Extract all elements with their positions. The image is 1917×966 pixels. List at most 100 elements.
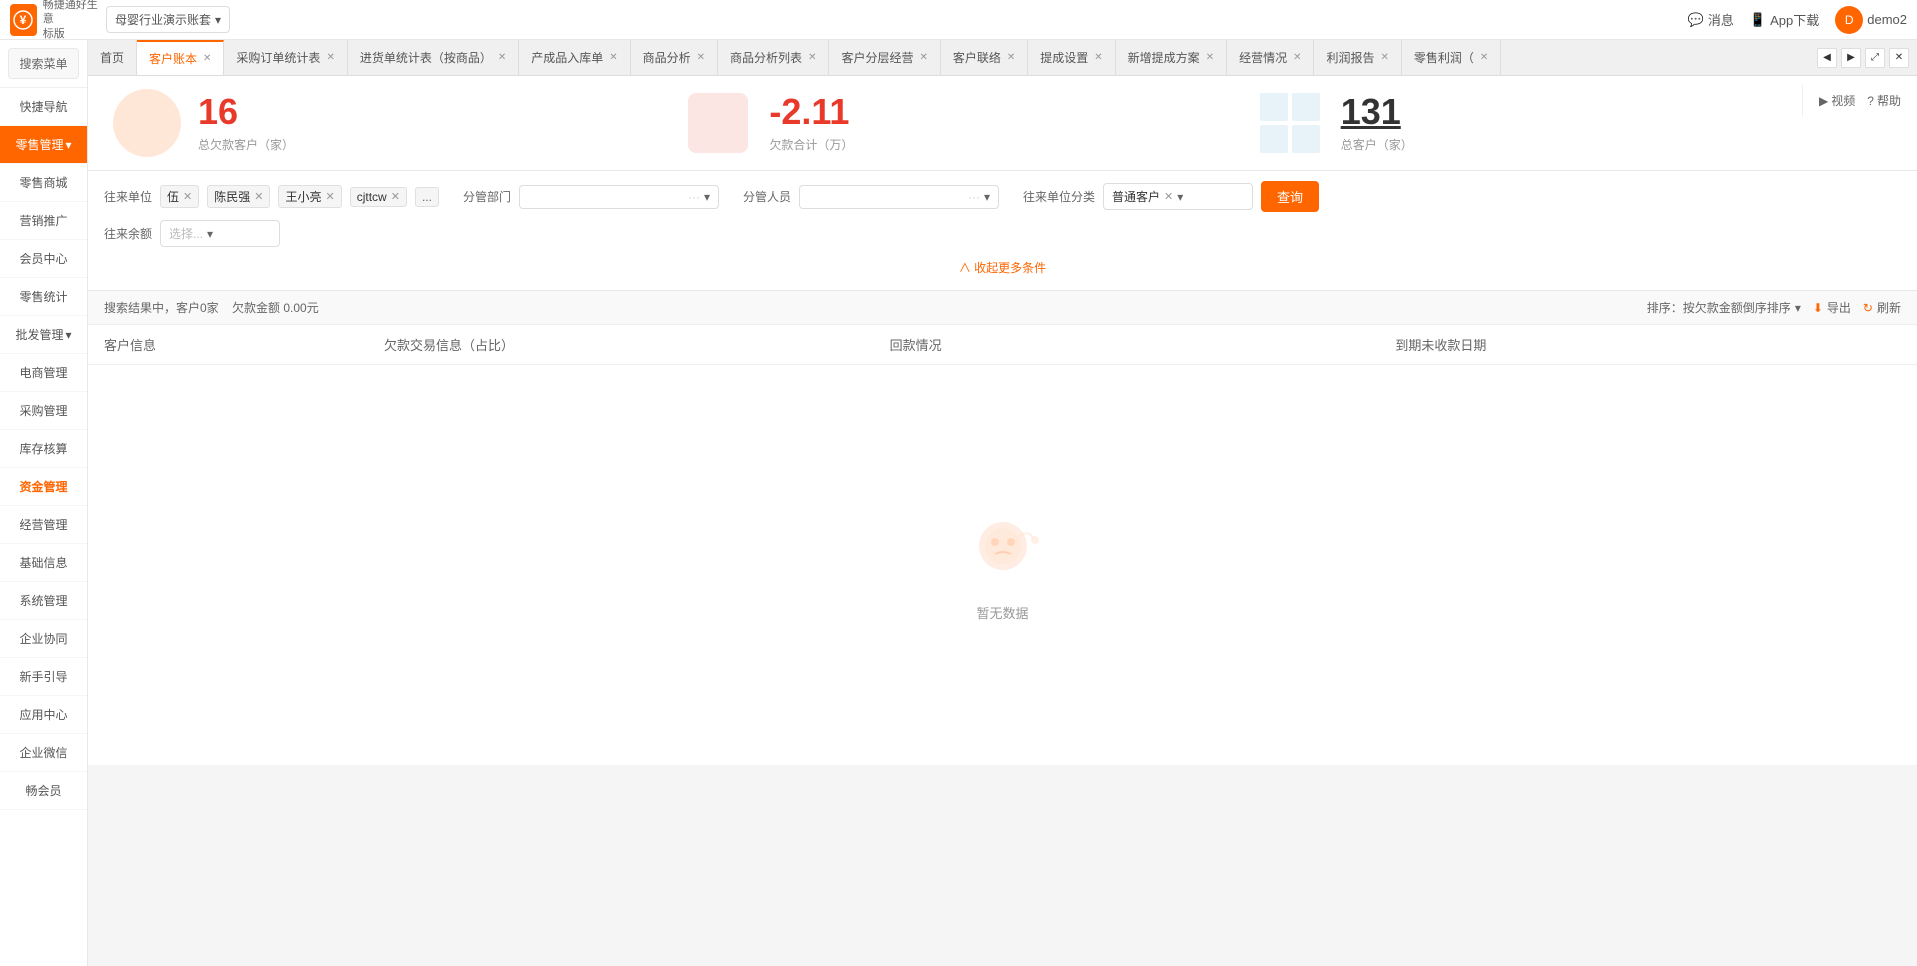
tab-purchase-stats[interactable]: 采购订单统计表 ✕	[224, 40, 347, 76]
video-link[interactable]: ▶ 视频	[1819, 92, 1855, 109]
tab-profit-report[interactable]: 利润报告 ✕	[1314, 40, 1401, 76]
total-debt-label: 欠款合计（万）	[769, 136, 853, 153]
tab-production-entry[interactable]: 产成品入库单 ✕	[519, 40, 630, 76]
dropdown-arrow-icon: ▾	[215, 13, 221, 27]
tab-close-icon-3[interactable]: ✕	[498, 52, 506, 63]
person-select[interactable]: ··· ▾	[799, 185, 999, 209]
top-bar-right: 💬 消息 📱 App下载 D demo2	[1688, 6, 1907, 34]
sidebar-item-quick-nav[interactable]: 快捷导航	[0, 88, 87, 126]
tab-product-analysis-list[interactable]: 商品分析列表 ✕	[718, 40, 829, 76]
sidebar-item-base-info[interactable]: 基础信息	[0, 544, 87, 582]
sidebar-item-retail-stats[interactable]: 零售统计	[0, 278, 87, 316]
sidebar-item-retail-mall[interactable]: 零售商城	[0, 164, 87, 202]
user-profile[interactable]: D demo2	[1835, 6, 1907, 34]
col-header-customer: 客户信息	[104, 335, 384, 354]
sidebar-item-ops-mgmt[interactable]: 经营管理	[0, 506, 87, 544]
filter-label-unit-class: 往来单位分类	[1023, 188, 1095, 205]
tab-close-icon-13[interactable]: ✕	[1480, 52, 1488, 63]
app-download-btn[interactable]: 📱 App下载	[1750, 10, 1819, 29]
unit-class-dropdown: ▾	[1177, 190, 1183, 204]
sidebar-item-new-guide[interactable]: 新手引导	[0, 658, 87, 696]
remove-cjttcw-tag[interactable]: ✕	[391, 190, 400, 203]
help-link[interactable]: ? 帮助	[1867, 92, 1901, 109]
all-customers-value: 131	[1341, 94, 1413, 130]
sidebar-item-app-center[interactable]: 应用中心	[0, 696, 87, 734]
collapse-filters-btn[interactable]: ∧ 收起更多条件	[104, 255, 1901, 280]
tab-close-icon-7[interactable]: ✕	[919, 52, 927, 63]
dept-select[interactable]: ··· ▾	[519, 185, 719, 209]
tab-retail-profit[interactable]: 零售利润（ ✕	[1402, 40, 1501, 76]
tab-close-icon-4[interactable]: ✕	[609, 52, 617, 63]
tab-close-icon-6[interactable]: ✕	[808, 52, 816, 63]
balance-select[interactable]: 选择... ▾	[160, 220, 280, 247]
person-more-icon: ···	[968, 190, 980, 204]
content-area: 首页 客户账本 ✕ 采购订单统计表 ✕ 进货单统计表（按商品） ✕ 产成品入库单…	[88, 40, 1917, 966]
tab-add-commission[interactable]: 新增提成方案 ✕	[1116, 40, 1227, 76]
tab-close-icon-8[interactable]: ✕	[1007, 52, 1015, 63]
svg-text:¥: ¥	[138, 105, 156, 141]
sidebar-item-sys-mgmt[interactable]: 系统管理	[0, 582, 87, 620]
filter-tag-normal-customer: 普通客户 ✕	[1112, 188, 1173, 205]
filter-tag-wu[interactable]: 伍 ✕	[160, 185, 199, 208]
search-menu-btn[interactable]: 搜索菜单	[8, 48, 79, 79]
avatar: D	[1835, 6, 1863, 34]
tab-purchase-stats-product[interactable]: 进货单统计表（按商品） ✕	[348, 40, 519, 76]
tab-home[interactable]: 首页	[88, 40, 137, 76]
tab-close-icon-2[interactable]: ✕	[326, 52, 334, 63]
sidebar-item-purchase-mgmt[interactable]: 采购管理	[0, 392, 87, 430]
account-selector[interactable]: 母婴行业演示账套 ▾	[106, 6, 230, 33]
remove-wang-tag[interactable]: ✕	[326, 190, 335, 203]
export-icon: ⬇	[1813, 301, 1823, 315]
filter-tag-wang[interactable]: 王小亮 ✕	[278, 185, 341, 208]
tab-product-analysis[interactable]: 商品分析 ✕	[631, 40, 718, 76]
filter-label-balance: 往来余额	[104, 225, 152, 242]
stats-header: ¥ 16 总欠款客户（家）	[88, 76, 1917, 171]
tab-customer-contact[interactable]: 客户联络 ✕	[941, 40, 1028, 76]
tab-close-icon-5[interactable]: ✕	[697, 52, 705, 63]
tab-commission-settings[interactable]: 提成设置 ✕	[1028, 40, 1115, 76]
tab-customer-layer[interactable]: 客户分层经营 ✕	[829, 40, 940, 76]
more-units-tag[interactable]: ...	[415, 187, 439, 207]
sidebar-item-inventory[interactable]: 库存核算	[0, 430, 87, 468]
query-button[interactable]: 查询	[1261, 181, 1319, 212]
tab-close-icon-11[interactable]: ✕	[1293, 52, 1301, 63]
tab-close-icon-10[interactable]: ✕	[1206, 52, 1214, 63]
sidebar-item-member-center[interactable]: 会员中心	[0, 240, 87, 278]
sidebar-item-enterprise[interactable]: 企业协同	[0, 620, 87, 658]
tab-next-btn[interactable]: ▶	[1841, 48, 1861, 68]
tab-close-all-btn[interactable]: ✕	[1889, 48, 1909, 68]
refresh-btn[interactable]: ↻ 刷新	[1863, 299, 1901, 316]
sidebar-item-finance-mgmt[interactable]: 资金管理	[0, 468, 87, 506]
collapse-btn-area: ∧ 收起更多条件	[104, 255, 1901, 280]
tab-prev-btn[interactable]: ◀	[1817, 48, 1837, 68]
total-customers-value: 16	[198, 94, 294, 130]
tab-expand-btn[interactable]: ⤢	[1865, 48, 1885, 68]
sidebar-item-batch-mgmt[interactable]: 批发管理 ▾	[0, 316, 87, 354]
tab-close-icon-12[interactable]: ✕	[1381, 52, 1389, 63]
filter-tag-cjttcw[interactable]: cjttcw ✕	[350, 187, 407, 207]
tab-ops-status[interactable]: 经营情况 ✕	[1227, 40, 1314, 76]
sidebar-item-ecom-mgmt[interactable]: 电商管理	[0, 354, 87, 392]
sidebar-item-enterprise-wx[interactable]: 企业微信	[0, 734, 87, 772]
stat-info-3: 131 总客户（家）	[1341, 94, 1413, 153]
all-customers-label: 总客户（家）	[1341, 136, 1413, 153]
remove-chen-tag[interactable]: ✕	[254, 190, 263, 203]
tab-close-icon[interactable]: ✕	[203, 53, 211, 64]
sort-select[interactable]: 排序：按欠款金额倒序排序 ▾	[1647, 299, 1801, 316]
export-btn[interactable]: ⬇ 导出	[1813, 299, 1851, 316]
remove-normal-tag[interactable]: ✕	[1164, 190, 1173, 203]
logo-icon: ¥	[10, 4, 37, 36]
sidebar-item-premium[interactable]: 畅会员	[0, 772, 87, 810]
sidebar: 搜索菜单 快捷导航 零售管理 ▾ 零售商城 营销推广 会员中心 零售统计 批发管…	[0, 40, 88, 966]
page-content: ¥ 16 总欠款客户（家）	[88, 76, 1917, 966]
message-btn[interactable]: 💬 消息	[1688, 10, 1734, 29]
filter-tag-chen[interactable]: 陈民强 ✕	[207, 185, 270, 208]
filter-label-person: 分管人员	[743, 188, 791, 205]
sidebar-item-marketing[interactable]: 营销推广	[0, 202, 87, 240]
remove-wu-tag[interactable]: ✕	[183, 190, 192, 203]
tab-customer-ledger[interactable]: 客户账本 ✕	[137, 40, 224, 76]
tab-close-icon-9[interactable]: ✕	[1094, 52, 1102, 63]
total-customers-label: 总欠款客户（家）	[198, 136, 294, 153]
unit-class-select[interactable]: 普通客户 ✕ ▾	[1103, 183, 1253, 210]
sidebar-item-retail-mgmt[interactable]: 零售管理 ▾	[0, 126, 87, 164]
